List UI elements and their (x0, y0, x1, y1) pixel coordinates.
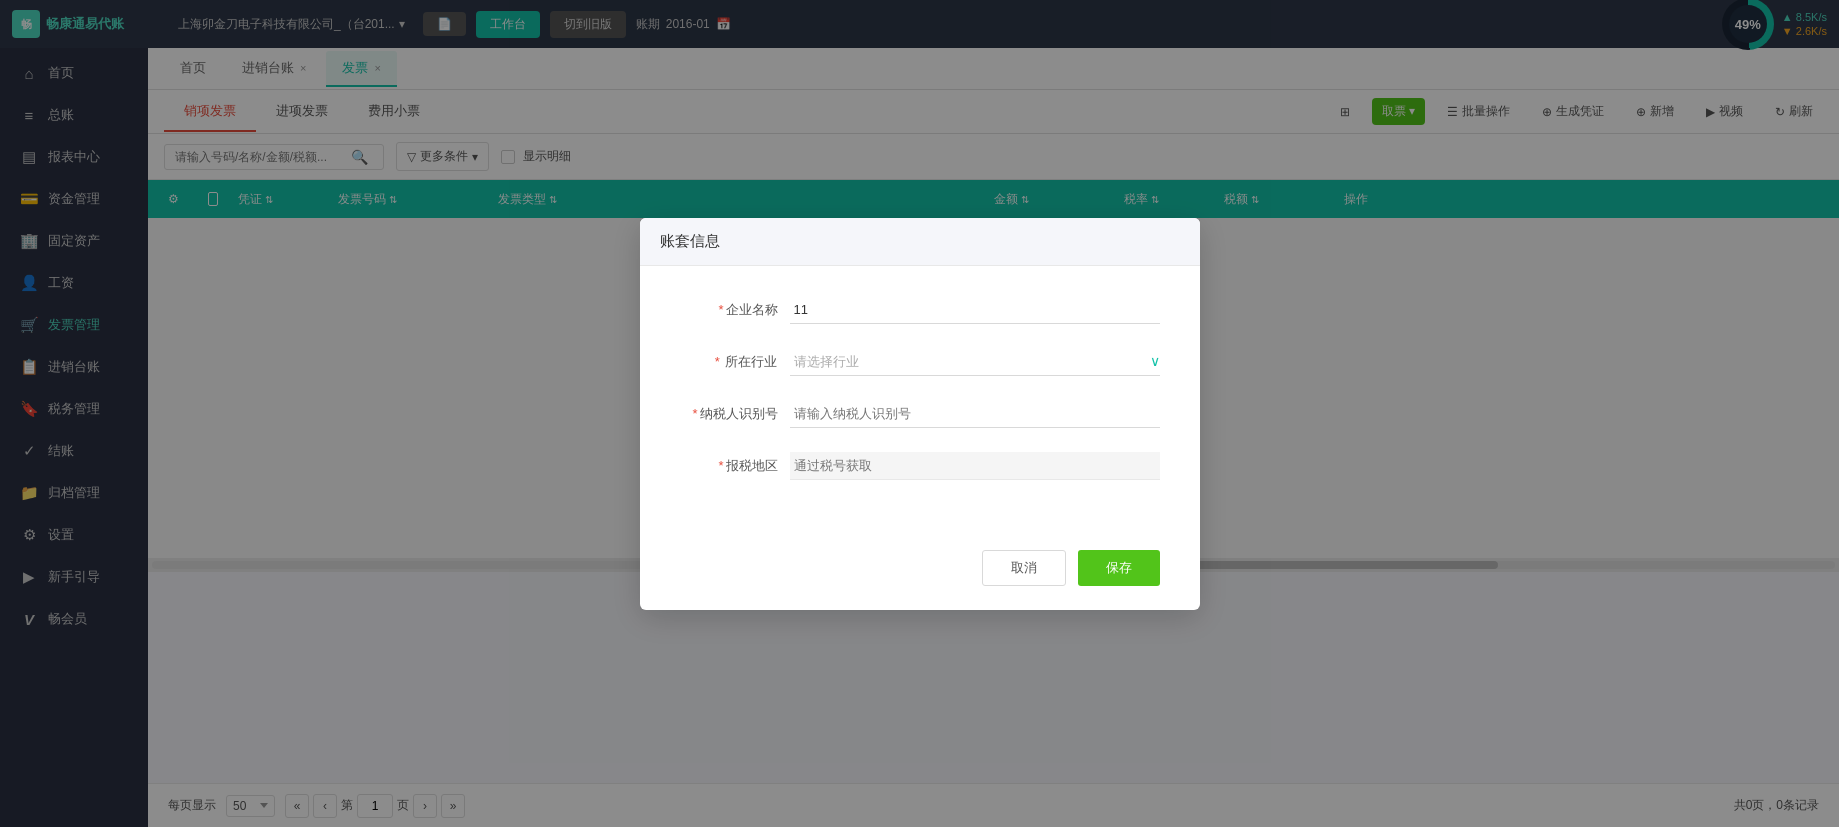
account-info-dialog: 账套信息 *企业名称 * 所在行业 请选择行业 ∨ (640, 218, 1200, 610)
dialog-footer: 取消 保存 (640, 534, 1200, 610)
required-star2: * (715, 354, 720, 369)
company-name-input[interactable] (790, 296, 1160, 324)
dialog-title: 账套信息 (640, 218, 1200, 266)
form-row-tax-region: *报税地区 (680, 452, 1160, 480)
company-name-label: *企业名称 (680, 301, 790, 319)
required-star3: * (692, 406, 697, 421)
required-star: * (718, 302, 723, 317)
chevron-down-icon: ∨ (1150, 353, 1160, 369)
cancel-button[interactable]: 取消 (982, 550, 1066, 586)
form-row-industry: * 所在行业 请选择行业 ∨ (680, 348, 1160, 376)
form-row-company-name: *企业名称 (680, 296, 1160, 324)
industry-select[interactable]: 请选择行业 (790, 348, 1150, 375)
tax-id-label: *纳税人识别号 (680, 405, 790, 423)
save-button[interactable]: 保存 (1078, 550, 1160, 586)
dialog-body: *企业名称 * 所在行业 请选择行业 ∨ *纳税人识别号 (640, 266, 1200, 534)
industry-select-wrap: 请选择行业 ∨ (790, 348, 1160, 376)
tax-region-label: *报税地区 (680, 457, 790, 475)
dialog-overlay[interactable]: 账套信息 *企业名称 * 所在行业 请选择行业 ∨ (0, 0, 1839, 827)
tax-region-input (790, 452, 1160, 480)
form-row-tax-id: *纳税人识别号 (680, 400, 1160, 428)
industry-label: * 所在行业 (680, 353, 790, 371)
tax-id-input[interactable] (790, 400, 1160, 428)
required-star4: * (718, 458, 723, 473)
